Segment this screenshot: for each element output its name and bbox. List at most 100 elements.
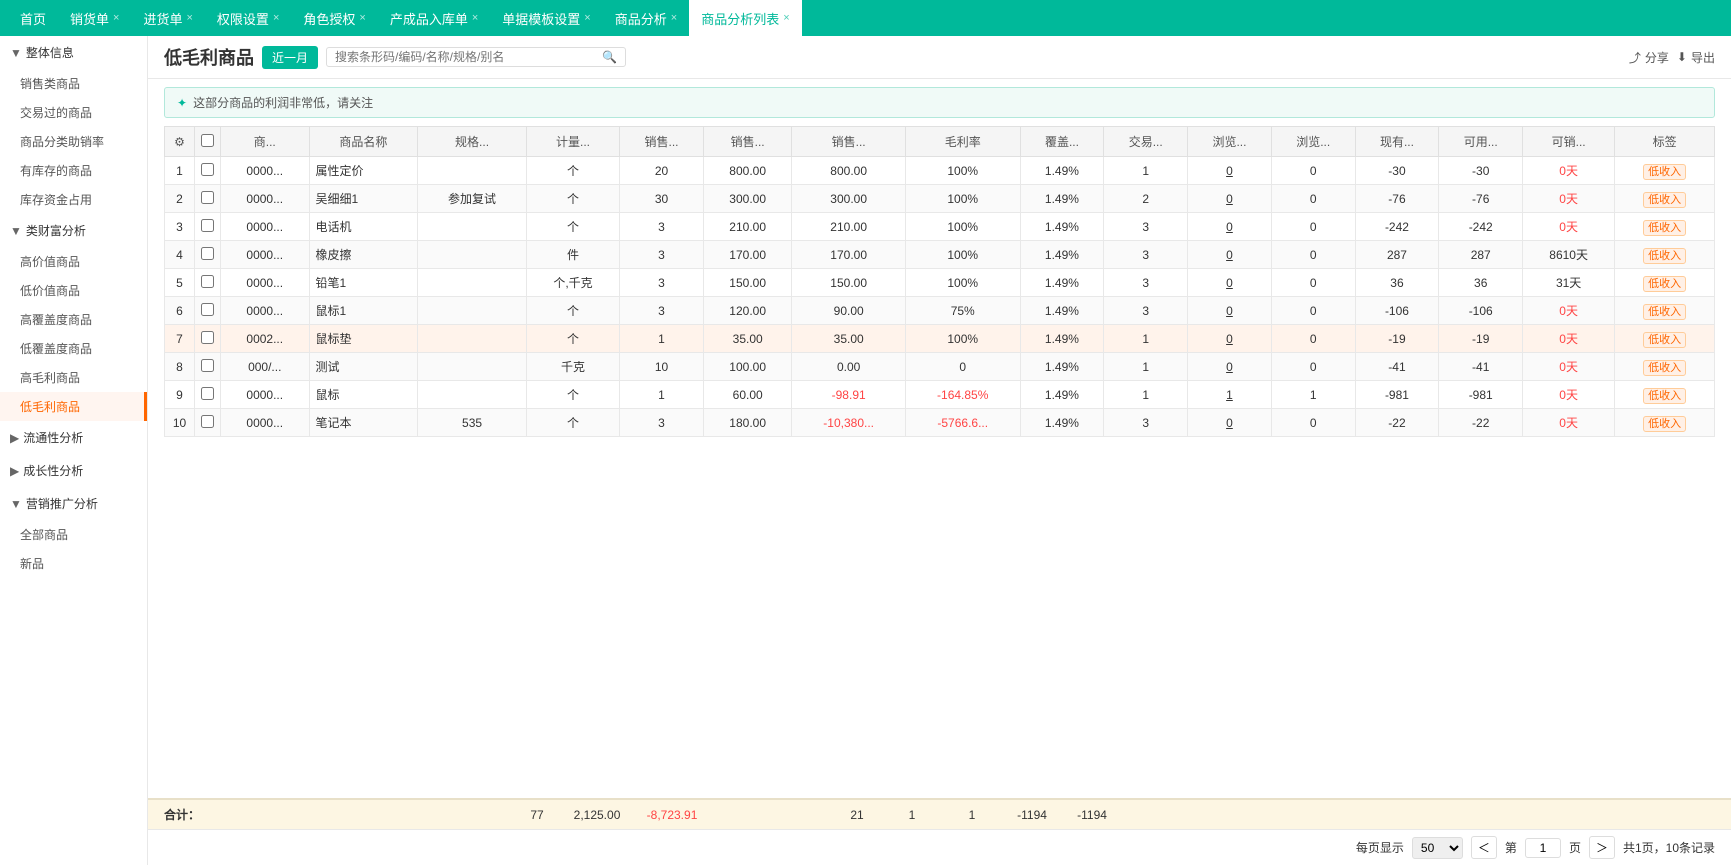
row-checkbox[interactable] xyxy=(201,415,214,428)
col-transaction[interactable]: 交易... xyxy=(1104,127,1188,157)
sidebar-item-low-margin[interactable]: 低毛利商品 xyxy=(0,392,147,421)
sidebar-group-marketing[interactable]: ▼ 营销推广分析 xyxy=(0,487,147,520)
sidebar-item-category-rate[interactable]: 商品分类助销率 xyxy=(0,127,147,156)
prev-page-button[interactable]: ＜ xyxy=(1471,836,1497,859)
search-icon[interactable]: 🔍 xyxy=(602,50,617,64)
col-sellable[interactable]: 可销... xyxy=(1523,127,1615,157)
row-coverage: 1.49% xyxy=(1020,381,1104,409)
sidebar-item-traded-products[interactable]: 交易过的商品 xyxy=(0,98,147,127)
share-button[interactable]: ⤴ 分享 xyxy=(1629,49,1669,66)
sidebar-item-high-margin[interactable]: 高毛利商品 xyxy=(0,363,147,392)
page-number-input[interactable] xyxy=(1525,838,1561,858)
row-sellable: 0天 xyxy=(1523,353,1615,381)
col-tag[interactable]: 标签 xyxy=(1615,127,1715,157)
nav-permissions-close[interactable]: × xyxy=(273,12,279,24)
sidebar-group-liquidity[interactable]: ▶ 流通性分析 xyxy=(0,421,147,454)
row-browse1[interactable]: 1 xyxy=(1188,381,1272,409)
sidebar-item-low-value[interactable]: 低价值商品 xyxy=(0,276,147,305)
filter-button[interactable]: 近一月 xyxy=(262,46,318,69)
row-no: 9 xyxy=(165,381,195,409)
search-box: 🔍 xyxy=(326,47,626,67)
row-transaction: 3 xyxy=(1104,409,1188,437)
row-browse1[interactable]: 0 xyxy=(1188,297,1272,325)
row-checkbox[interactable] xyxy=(201,331,214,344)
sidebar-group-growth[interactable]: ▶ 成长性分析 xyxy=(0,454,147,487)
settings-icon[interactable]: ⚙ xyxy=(174,135,185,149)
row-gross-rate: 100% xyxy=(905,185,1020,213)
sidebar-item-high-coverage[interactable]: 高覆盖度商品 xyxy=(0,305,147,334)
nav-sales-close[interactable]: × xyxy=(113,12,119,24)
row-available: -19 xyxy=(1439,325,1523,353)
sidebar-item-low-coverage[interactable]: 低覆盖度商品 xyxy=(0,334,147,363)
next-page-button[interactable]: ＞ xyxy=(1589,836,1615,859)
sidebar-item-sales-products[interactable]: 销售类商品 xyxy=(0,69,147,98)
nav-product-analysis-close[interactable]: × xyxy=(671,12,677,24)
row-checkbox[interactable] xyxy=(201,219,214,232)
col-settings[interactable]: ⚙ xyxy=(165,127,195,157)
nav-sales[interactable]: 销货单 × xyxy=(58,0,131,36)
table-row: 6 0000... 鼠标1 个 3 120.00 90.00 75% 1.49%… xyxy=(165,297,1715,325)
select-all-checkbox[interactable] xyxy=(201,134,214,147)
col-unit[interactable]: 计量... xyxy=(526,127,619,157)
sidebar-group-overall[interactable]: ▼ 整体信息 xyxy=(0,36,147,69)
row-sales-amount: -10,380... xyxy=(792,409,905,437)
nav-analysis-list[interactable]: 商品分析列表 × xyxy=(689,0,801,36)
row-browse1[interactable]: 0 xyxy=(1188,353,1272,381)
page-size-label: 每页显示 xyxy=(1356,839,1404,856)
row-checkbox[interactable] xyxy=(201,275,214,288)
col-gross-rate[interactable]: 毛利率 xyxy=(905,127,1020,157)
page-title: 低毛利商品 xyxy=(164,44,254,70)
col-current-stock[interactable]: 现有... xyxy=(1355,127,1439,157)
nav-products-in[interactable]: 产成品入库单 × xyxy=(378,0,490,36)
row-browse1[interactable]: 0 xyxy=(1188,185,1272,213)
row-sales-amount: 35.00 xyxy=(792,325,905,353)
export-button[interactable]: ⬇ 导出 xyxy=(1677,49,1715,66)
sidebar-group-wealth[interactable]: ▼ 类财富分析 xyxy=(0,214,147,247)
row-checkbox[interactable] xyxy=(201,191,214,204)
row-sellable: 0天 xyxy=(1523,325,1615,353)
nav-permissions[interactable]: 权限设置 × xyxy=(205,0,291,36)
row-sellable: 0天 xyxy=(1523,213,1615,241)
sidebar-item-stocked-products[interactable]: 有库存的商品 xyxy=(0,156,147,185)
nav-template-close[interactable]: × xyxy=(584,12,590,24)
table-row: 5 0000... 铅笔1 个,千克 3 150.00 150.00 100% … xyxy=(165,269,1715,297)
nav-purchase-close[interactable]: × xyxy=(186,12,192,24)
col-name[interactable]: 商品名称 xyxy=(309,127,418,157)
row-checkbox[interactable] xyxy=(201,163,214,176)
nav-roles[interactable]: 角色授权 × xyxy=(291,0,377,36)
nav-template[interactable]: 单据模板设置 × xyxy=(490,0,602,36)
nav-purchase[interactable]: 进货单 × xyxy=(131,0,204,36)
nav-home[interactable]: 首页 xyxy=(8,0,58,36)
nav-analysis-list-close[interactable]: × xyxy=(783,12,789,24)
col-browse2[interactable]: 浏览... xyxy=(1271,127,1355,157)
row-browse1[interactable]: 0 xyxy=(1188,325,1272,353)
sidebar-item-high-value[interactable]: 高价值商品 xyxy=(0,247,147,276)
col-sales-amount[interactable]: 销售... xyxy=(792,127,905,157)
row-browse1[interactable]: 0 xyxy=(1188,241,1272,269)
row-checkbox[interactable] xyxy=(201,359,214,372)
col-coverage[interactable]: 覆盖... xyxy=(1020,127,1104,157)
col-available[interactable]: 可用... xyxy=(1439,127,1523,157)
page-size-select[interactable]: 50 100 200 xyxy=(1412,837,1463,859)
nav-product-analysis[interactable]: 商品分析 × xyxy=(603,0,689,36)
search-input[interactable] xyxy=(335,50,602,64)
row-tag: 低收入 xyxy=(1615,325,1715,353)
col-code[interactable]: 商... xyxy=(221,127,310,157)
nav-roles-close[interactable]: × xyxy=(359,12,365,24)
row-browse1[interactable]: 0 xyxy=(1188,157,1272,185)
col-browse1[interactable]: 浏览... xyxy=(1188,127,1272,157)
row-checkbox[interactable] xyxy=(201,303,214,316)
row-checkbox[interactable] xyxy=(201,387,214,400)
sidebar-item-stock-capital[interactable]: 库存资金占用 xyxy=(0,185,147,214)
sidebar-item-new-products[interactable]: 新品 xyxy=(0,549,147,578)
sidebar-item-all-products[interactable]: 全部商品 xyxy=(0,520,147,549)
col-sales-price[interactable]: 销售... xyxy=(703,127,792,157)
col-spec[interactable]: 规格... xyxy=(418,127,527,157)
row-checkbox[interactable] xyxy=(201,247,214,260)
col-sales-qty[interactable]: 销售... xyxy=(620,127,704,157)
row-browse1[interactable]: 0 xyxy=(1188,213,1272,241)
col-checkbox[interactable] xyxy=(195,127,221,157)
row-browse1[interactable]: 0 xyxy=(1188,269,1272,297)
row-browse1[interactable]: 0 xyxy=(1188,409,1272,437)
nav-products-in-close[interactable]: × xyxy=(472,12,478,24)
